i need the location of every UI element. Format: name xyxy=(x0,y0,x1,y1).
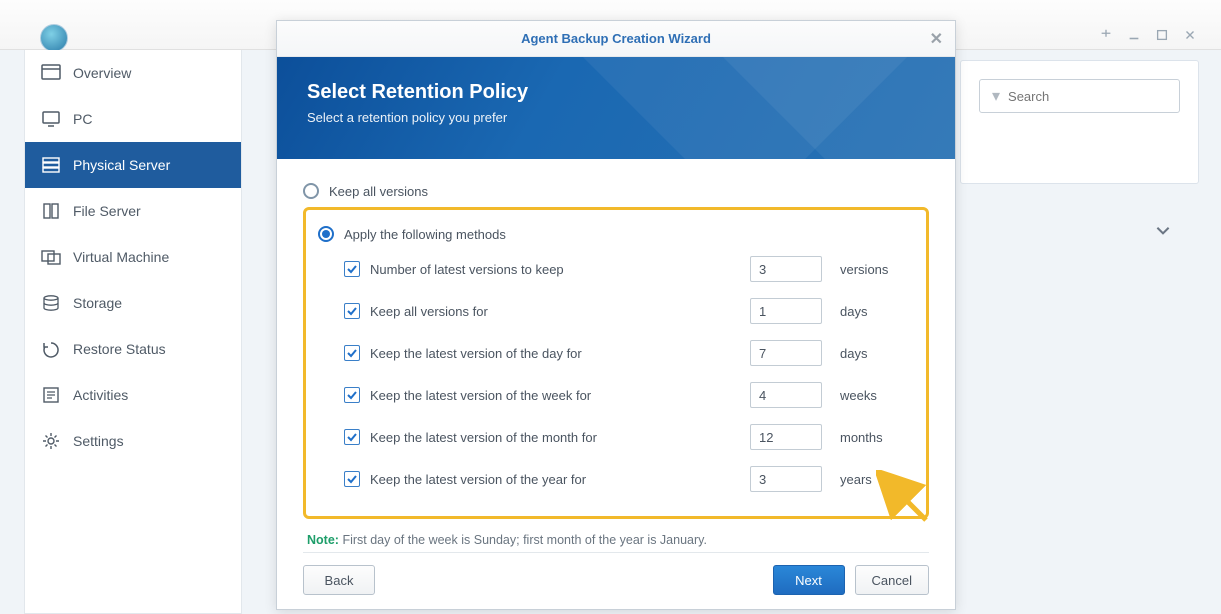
checkbox[interactable] xyxy=(344,345,360,361)
sidebar-item-label: Physical Server xyxy=(73,157,170,173)
dialog-header: Select Retention Policy Select a retenti… xyxy=(277,57,955,159)
checkbox[interactable] xyxy=(344,471,360,487)
dialog-titlebar: Agent Backup Creation Wizard ✕ xyxy=(277,21,955,57)
sidebar-item-physical-server[interactable]: Physical Server xyxy=(25,142,241,188)
method-row-year: Keep the latest version of the year for … xyxy=(318,458,910,500)
radio-label: Apply the following methods xyxy=(344,227,506,242)
note-label: Note: xyxy=(307,533,339,547)
method-value-input[interactable] xyxy=(750,298,822,324)
sidebar-item-label: File Server xyxy=(73,203,141,219)
storage-icon xyxy=(41,294,61,312)
overview-icon xyxy=(41,64,61,82)
pc-icon xyxy=(41,110,61,128)
note-text: First day of the week is Sunday; first m… xyxy=(342,533,707,547)
sidebar-item-label: Virtual Machine xyxy=(73,249,169,265)
method-value-input[interactable] xyxy=(750,424,822,450)
close-icon[interactable] xyxy=(1183,28,1197,42)
method-row-day: Keep the latest version of the day for d… xyxy=(318,332,910,374)
right-panel: ▾ xyxy=(960,60,1199,184)
method-label: Keep the latest version of the week for xyxy=(370,388,740,403)
window-controls xyxy=(1099,28,1197,42)
radio-icon xyxy=(303,183,319,199)
sidebar: Overview PC Physical Server File Server … xyxy=(24,50,242,614)
method-value-input[interactable] xyxy=(750,340,822,366)
search-input[interactable] xyxy=(1008,89,1184,104)
sidebar-item-label: Activities xyxy=(73,387,128,403)
fileserver-icon xyxy=(41,202,61,220)
methods-highlight-box: Apply the following methods Number of la… xyxy=(303,207,929,519)
cancel-button[interactable]: Cancel xyxy=(855,565,929,595)
method-value-input[interactable] xyxy=(750,466,822,492)
dialog-body: Keep all versions Apply the following me… xyxy=(277,159,955,557)
method-label: Number of latest versions to keep xyxy=(370,262,740,277)
checkbox[interactable] xyxy=(344,261,360,277)
activities-icon xyxy=(41,386,61,404)
sidebar-item-label: Restore Status xyxy=(73,341,166,357)
restore-icon xyxy=(41,340,61,358)
radio-keep-all[interactable]: Keep all versions xyxy=(303,177,929,205)
method-row-keep-all-for: Keep all versions for days xyxy=(318,290,910,332)
checkbox[interactable] xyxy=(344,303,360,319)
dialog-footer: Back Next Cancel xyxy=(303,552,929,595)
app-icon xyxy=(40,24,68,52)
close-icon[interactable]: ✕ xyxy=(930,29,943,49)
radio-icon xyxy=(318,226,334,242)
annotation-arrow-icon xyxy=(876,470,936,530)
method-unit: days xyxy=(840,304,900,319)
method-row-week: Keep the latest version of the week for … xyxy=(318,374,910,416)
radio-label: Keep all versions xyxy=(329,184,428,199)
checkbox[interactable] xyxy=(344,387,360,403)
back-button[interactable]: Back xyxy=(303,565,375,595)
method-unit: months xyxy=(840,430,900,445)
method-label: Keep all versions for xyxy=(370,304,740,319)
search-field[interactable]: ▾ xyxy=(979,79,1180,113)
sidebar-item-activities[interactable]: Activities xyxy=(25,372,241,418)
dialog-heading: Select Retention Policy xyxy=(307,81,925,104)
radio-apply-methods[interactable]: Apply the following methods xyxy=(318,220,910,248)
minimize-icon[interactable] xyxy=(1127,28,1141,42)
sidebar-item-file-server[interactable]: File Server xyxy=(25,188,241,234)
maximize-icon[interactable] xyxy=(1155,28,1169,42)
method-row-latest-versions: Number of latest versions to keep versio… xyxy=(318,248,910,290)
dialog-subheading: Select a retention policy you prefer xyxy=(307,110,925,125)
sidebar-item-pc[interactable]: PC xyxy=(25,96,241,142)
method-label: Keep the latest version of the month for xyxy=(370,430,740,445)
method-unit: weeks xyxy=(840,388,900,403)
method-value-input[interactable] xyxy=(750,382,822,408)
sidebar-item-virtual-machine[interactable]: Virtual Machine xyxy=(25,234,241,280)
dialog-title: Agent Backup Creation Wizard xyxy=(521,31,711,46)
method-row-month: Keep the latest version of the month for… xyxy=(318,416,910,458)
sidebar-item-storage[interactable]: Storage xyxy=(25,280,241,326)
method-unit: days xyxy=(840,346,900,361)
dropdown-caret-icon[interactable]: ▾ xyxy=(992,86,1000,106)
next-button[interactable]: Next xyxy=(773,565,845,595)
chevron-down-icon[interactable] xyxy=(1154,221,1172,244)
sidebar-item-settings[interactable]: Settings xyxy=(25,418,241,464)
pin-icon[interactable] xyxy=(1099,28,1113,42)
settings-icon xyxy=(41,432,61,450)
sidebar-item-restore-status[interactable]: Restore Status xyxy=(25,326,241,372)
sidebar-item-label: Storage xyxy=(73,295,122,311)
vm-icon xyxy=(41,248,61,266)
sidebar-item-overview[interactable]: Overview xyxy=(25,50,241,96)
method-value-input[interactable] xyxy=(750,256,822,282)
sidebar-item-label: PC xyxy=(73,111,92,127)
sidebar-item-label: Settings xyxy=(73,433,124,449)
checkbox[interactable] xyxy=(344,429,360,445)
method-label: Keep the latest version of the day for xyxy=(370,346,740,361)
sidebar-item-label: Overview xyxy=(73,65,131,81)
method-label: Keep the latest version of the year for xyxy=(370,472,740,487)
wizard-dialog: Agent Backup Creation Wizard ✕ Select Re… xyxy=(276,20,956,610)
server-icon xyxy=(41,156,61,174)
note: Note: First day of the week is Sunday; f… xyxy=(307,533,929,547)
method-unit: versions xyxy=(840,262,900,277)
